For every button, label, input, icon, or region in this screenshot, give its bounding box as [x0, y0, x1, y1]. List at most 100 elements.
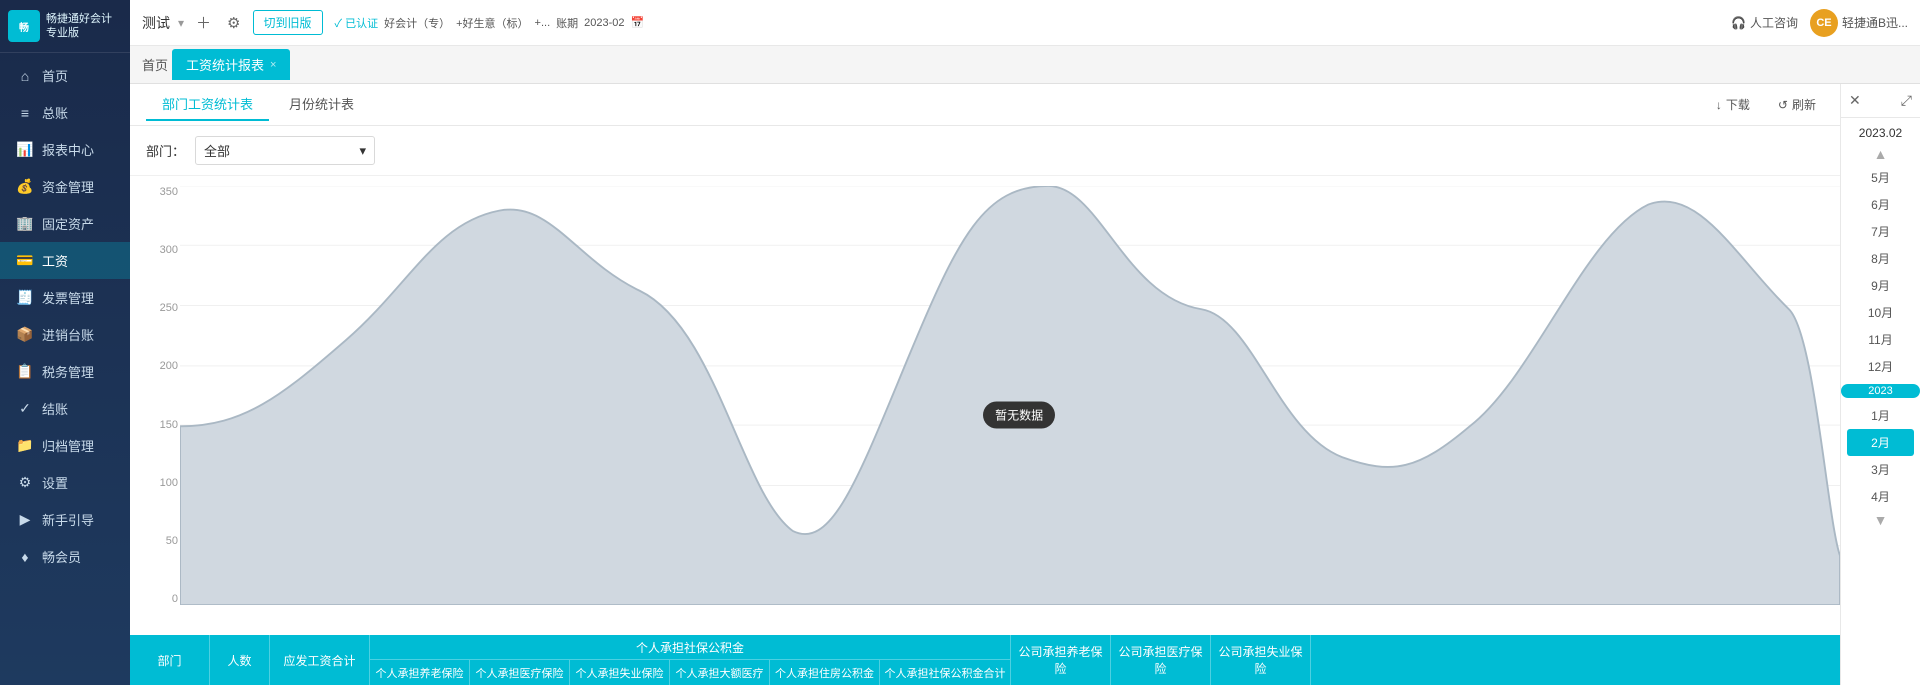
consult-button[interactable]: 🎧 人工咨询 [1731, 14, 1798, 31]
prev-year-button[interactable]: ▲ [1872, 144, 1890, 164]
sidebar-label-home: 首页 [42, 66, 68, 85]
y-label-250: 250 [160, 302, 178, 314]
main-area: 测试 ▾ ＋ ⚙ 切到旧版 ✓ 已认证 好会计（专） +好生意（标） +... … [130, 0, 1920, 685]
chart-svg [180, 186, 1840, 605]
user-menu[interactable]: CE 轻捷通B迅... [1810, 9, 1908, 37]
col-count: 人数 [210, 635, 270, 685]
month-item-9[interactable]: 9月 [1841, 272, 1920, 299]
month-item-5[interactable]: 5月 [1841, 164, 1920, 191]
calendar-icon[interactable]: 📅 [631, 16, 645, 29]
col-group-cells: 个人承担养老保险 个人承担医疗保险 个人承担失业保险 个人承担大额医疗 个人承担… [370, 660, 1010, 685]
refresh-label: 刷新 [1792, 96, 1816, 113]
sidebar-label-tax: 税务管理 [42, 362, 94, 381]
download-button[interactable]: ↓ 下载 [1708, 93, 1758, 116]
dropdown-arrow[interactable]: ▾ [178, 16, 184, 30]
sidebar-item-finance[interactable]: 💰 资金管理 [0, 168, 130, 205]
col-company-medical: 公司承担医疗保险 [1111, 635, 1211, 685]
switch-version-button[interactable]: 切到旧版 [253, 10, 323, 35]
topbar-right: 🎧 人工咨询 CE 轻捷通B迅... [1731, 9, 1908, 37]
y-label-300: 300 [160, 244, 178, 256]
month-item-6[interactable]: 6月 [1841, 191, 1920, 218]
col-group-personal-social: 个人承担社保公积金 个人承担养老保险 个人承担医疗保险 个人承担失业保险 个人承… [370, 635, 1011, 685]
refresh-button[interactable]: ↺ 刷新 [1770, 93, 1824, 116]
month-item-4[interactable]: 4月 [1841, 483, 1920, 510]
content-main: 部门工资统计表 月份统计表 ↓ 下载 ↺ 刷新 部门： [130, 84, 1840, 685]
dept-select-value: 全部 [204, 141, 230, 160]
sidebar-item-settle[interactable]: ✓结账 [0, 390, 130, 427]
month-item-2[interactable]: 2月 [1847, 429, 1914, 456]
sidebar-item-invoice[interactable]: 🧾发票管理 [0, 279, 130, 316]
sidebar-item-reports[interactable]: 📊报表中心 [0, 131, 130, 168]
y-axis: 350 300 250 200 150 100 50 0 [138, 186, 178, 605]
col-personal-bigmedical: 个人承担大额医疗 [670, 660, 770, 685]
download-icon: ↓ [1716, 98, 1722, 112]
badge-product1: 好会计（专） [384, 15, 450, 31]
tabs-bar: 首页 工资统计报表 × [130, 46, 1920, 84]
sidebar-logo: 畅 畅捷通好会计 专业版 [0, 0, 130, 53]
expand-icon[interactable]: ⤢ [1901, 92, 1912, 109]
badge-period-label: 账期 [556, 15, 578, 31]
sidebar-item-trade[interactable]: 📦进销台账 [0, 316, 130, 353]
month-list: 5月 6月 7月 8月 9月 10月 11月 12月 2023 1月 2月 3月… [1841, 164, 1920, 510]
sidebar-label-reports: 报表中心 [42, 140, 94, 159]
chart-area: 350 300 250 200 150 100 50 0 [130, 176, 1840, 635]
sidebar-label-settings: 设置 [42, 473, 68, 492]
finance-icon: 💰 [16, 178, 34, 195]
invoice-icon: 🧾 [16, 289, 34, 306]
archive-icon: 📁 [16, 437, 34, 454]
home-icon: ⌂ [16, 68, 34, 84]
sidebar-item-home[interactable]: ⌂ 首页 [0, 57, 130, 94]
logo-text: 畅捷通好会计 专业版 [46, 12, 112, 41]
sidebar-label-finance: 资金管理 [42, 177, 94, 196]
close-icon[interactable]: ✕ [1849, 92, 1861, 109]
col-company-pension: 公司承担养老保险 [1011, 635, 1111, 685]
sidebar-item-vip[interactable]: ♦畅会员 [0, 538, 130, 575]
month-item-11[interactable]: 11月 [1841, 326, 1920, 353]
sidebar: 畅 畅捷通好会计 专业版 ⌂ 首页 ≡总账📊报表中心 💰 资金管理 🏢固定资产💳工资🧾发票… [0, 0, 130, 685]
y-label-100: 100 [160, 477, 178, 489]
sidebar-item-guide[interactable]: ▶新手引导 [0, 501, 130, 538]
sidebar-item-archive[interactable]: 📁 归档管理 [0, 427, 130, 464]
sidebar-item-tax[interactable]: 📋税务管理 [0, 353, 130, 390]
chevron-down-icon: ▾ [359, 143, 366, 159]
topbar: 测试 ▾ ＋ ⚙ 切到旧版 ✓ 已认证 好会计（专） +好生意（标） +... … [130, 0, 1920, 46]
sidebar-item-settings[interactable]: ⚙ 设置 [0, 464, 130, 501]
month-stats-tab[interactable]: 月份统计表 [273, 88, 370, 121]
sidebar-label-salary: 工资 [42, 251, 68, 270]
user-initials: CE [1816, 17, 1831, 29]
next-year-button[interactable]: ▼ [1872, 510, 1890, 530]
sidebar-label-archive: 归档管理 [42, 436, 94, 455]
month-item-12[interactable]: 12月 [1841, 353, 1920, 380]
settings-icon: ⚙ [16, 474, 34, 491]
sub-tabs-left: 部门工资统计表 月份统计表 [146, 88, 370, 121]
ledger-icon: ≡ [16, 105, 34, 121]
settle-icon: ✓ [16, 400, 34, 417]
right-panel: ✕ ⤢ 2023.02 ▲ 5月 6月 7月 8月 9月 10月 11月 12月… [1840, 84, 1920, 685]
sidebar-item-ledger[interactable]: ≡总账 [0, 94, 130, 131]
dept-stats-tab[interactable]: 部门工资统计表 [146, 88, 269, 121]
month-item-3[interactable]: 3月 [1841, 456, 1920, 483]
settings-button[interactable]: ⚙ [223, 12, 244, 34]
topbar-title: 测试 [142, 13, 170, 33]
download-label: 下载 [1726, 96, 1750, 113]
month-item-7[interactable]: 7月 [1841, 218, 1920, 245]
y-label-200: 200 [160, 360, 178, 372]
add-button[interactable]: ＋ [192, 10, 215, 35]
month-item-8[interactable]: 8月 [1841, 245, 1920, 272]
col-dept: 部门 [130, 635, 210, 685]
dept-select[interactable]: 全部 ▾ [195, 136, 375, 165]
y-label-350: 350 [160, 186, 178, 198]
sidebar-item-assets[interactable]: 🏢固定资产 [0, 205, 130, 242]
col-personal-unemploy: 个人承担失业保险 [570, 660, 670, 685]
tab-close-button[interactable]: × [270, 59, 276, 71]
sidebar-item-salary[interactable]: 💳工资 [0, 242, 130, 279]
home-tab[interactable]: 首页 [142, 55, 168, 74]
salary-stats-tab[interactable]: 工资统计报表 × [172, 49, 290, 80]
topbar-badges: ✓ 已认证 好会计（专） +好生意（标） +... 账期 2023-02 📅 [335, 15, 645, 31]
col-salary: 应发工资合计 [270, 635, 370, 685]
year-2023-label: 2023 [1841, 384, 1920, 398]
sidebar-label-assets: 固定资产 [42, 214, 94, 233]
month-item-10[interactable]: 10月 [1841, 299, 1920, 326]
user-avatar: CE [1810, 9, 1838, 37]
month-item-1[interactable]: 1月 [1841, 402, 1920, 429]
